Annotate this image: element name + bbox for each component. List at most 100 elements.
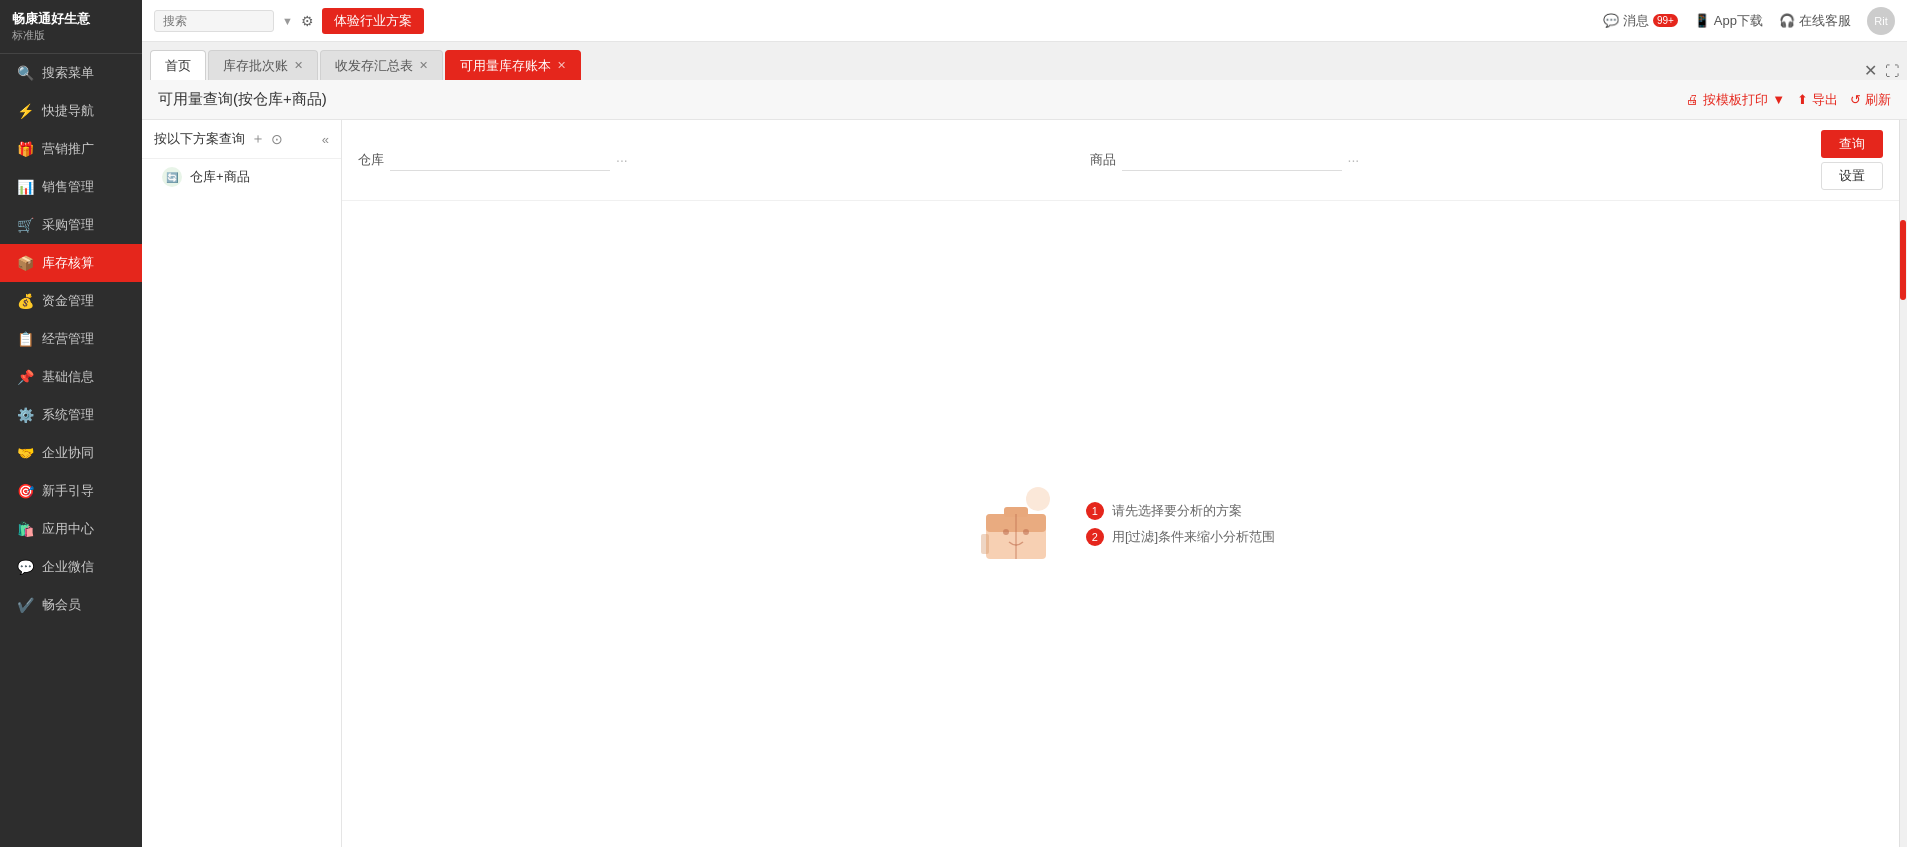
tip-text-2: 用[过滤]条件来缩小分析范围 <box>1112 528 1275 546</box>
chart-icon: 📊 <box>16 179 34 195</box>
sidebar-item-label: 资金管理 <box>42 292 94 310</box>
headset-icon: 🎧 <box>1779 13 1795 28</box>
product-more-icon[interactable]: ··· <box>1348 152 1360 168</box>
empty-tips: 1 请先选择要分析的方案 2 用[过滤]条件来缩小分析范围 <box>1086 502 1275 546</box>
manage-schema-icon[interactable]: ⊙ <box>271 131 283 147</box>
schema-item-warehouse-product[interactable]: 🔄 仓库+商品 <box>142 159 341 195</box>
sidebar: 畅康通好生意 标准版 🔍 搜索菜单 ⚡ 快捷导航 🎁 营销推广 📊 销售管理 🛒… <box>0 0 142 847</box>
sidebar-item-label: 企业微信 <box>42 558 94 576</box>
sidebar-item-app-center[interactable]: 🛍️ 应用中心 <box>0 510 142 548</box>
svg-point-6 <box>1003 529 1009 535</box>
mobile-icon: 📱 <box>1694 13 1710 28</box>
sidebar-item-label: 畅会员 <box>42 596 81 614</box>
online-service-button[interactable]: 🎧 在线客服 <box>1779 12 1851 30</box>
message-label: 消息 <box>1623 12 1649 30</box>
refresh-button[interactable]: ↺ 刷新 <box>1850 91 1891 109</box>
sidebar-item-label: 企业协同 <box>42 444 94 462</box>
empty-tip-1: 1 请先选择要分析的方案 <box>1086 502 1275 520</box>
sidebar-item-enterprise[interactable]: 🤝 企业协同 <box>0 434 142 472</box>
print-dropdown-icon[interactable]: ▼ <box>1772 92 1785 107</box>
online-service-label: 在线客服 <box>1799 12 1851 30</box>
sidebar-item-sales[interactable]: 📊 销售管理 <box>0 168 142 206</box>
handshake-icon: 🤝 <box>16 445 34 461</box>
tab-label: 首页 <box>165 57 191 75</box>
sidebar-scroll: 🔍 搜索菜单 ⚡ 快捷导航 🎁 营销推广 📊 销售管理 🛒 采购管理 📦 库存核… <box>0 54 142 847</box>
sidebar-item-member[interactable]: ✔️ 畅会员 <box>0 586 142 624</box>
right-scrollbar[interactable] <box>1899 120 1907 847</box>
gear-icon: ⚙️ <box>16 407 34 423</box>
schema-item-label: 仓库+商品 <box>190 168 250 186</box>
main-area: ▼ ⚙ 体验行业方案 💬 消息 99+ 📱 App下载 🎧 在线客服 Rit <box>142 0 1907 847</box>
product-label: 商品 <box>1090 151 1116 169</box>
avatar[interactable]: Rit <box>1867 7 1895 35</box>
export-button[interactable]: ⬆ 导出 <box>1797 91 1838 109</box>
content-header: 可用量查询(按仓库+商品) 🖨 按模板打印 ▼ ⬆ 导出 ↺ 刷新 <box>142 80 1907 120</box>
topbar-right: 💬 消息 99+ 📱 App下载 🎧 在线客服 Rit <box>1603 7 1895 35</box>
settings-icon[interactable]: ⚙ <box>301 13 314 29</box>
version-label: 标准版 <box>12 28 130 43</box>
sidebar-item-inventory[interactable]: 📦 库存核算 <box>0 244 142 282</box>
sidebar-item-operation[interactable]: 📋 经营管理 <box>0 320 142 358</box>
tab-batch-account[interactable]: 库存批次账 ✕ <box>208 50 318 80</box>
sidebar-item-system[interactable]: ⚙️ 系统管理 <box>0 396 142 434</box>
print-icon: 🖨 <box>1686 92 1699 107</box>
tab-close-icon[interactable]: ✕ <box>294 59 303 72</box>
right-panel: 仓库 ··· 商品 ··· 查询 设置 <box>342 120 1899 847</box>
avatar-text: Rit <box>1874 15 1887 27</box>
print-label: 按模板打印 <box>1703 91 1768 109</box>
expand-icon[interactable]: ⛶ <box>1885 63 1899 79</box>
close-all-tabs-icon[interactable]: ✕ <box>1864 61 1877 80</box>
left-panel-title: 按以下方案查询 <box>154 130 245 148</box>
tabs-bar: 首页 库存批次账 ✕ 收发存汇总表 ✕ 可用量库存账本 ✕ ✕ ⛶ <box>142 42 1907 80</box>
left-panel: 按以下方案查询 ＋ ⊙ « 🔄 仓库+商品 <box>142 120 342 847</box>
tab-home[interactable]: 首页 <box>150 50 206 80</box>
topbar-search-input[interactable] <box>154 10 274 32</box>
filter-settings-button[interactable]: 设置 <box>1821 162 1883 190</box>
add-schema-icon[interactable]: ＋ <box>251 130 265 148</box>
print-button[interactable]: 🖨 按模板打印 ▼ <box>1686 91 1785 109</box>
tab-close-icon[interactable]: ✕ <box>419 59 428 72</box>
sidebar-item-quick-nav[interactable]: ⚡ 快捷导航 <box>0 92 142 130</box>
message-button[interactable]: 💬 消息 99+ <box>1603 12 1678 30</box>
query-button[interactable]: 查询 <box>1821 130 1883 158</box>
empty-state: 1 请先选择要分析的方案 2 用[过滤]条件来缩小分析范围 <box>342 201 1899 847</box>
svg-rect-5 <box>981 534 989 554</box>
tip-text-1: 请先选择要分析的方案 <box>1112 502 1242 520</box>
refresh-icon: ↺ <box>1850 92 1861 107</box>
tab-summary-table[interactable]: 收发存汇总表 ✕ <box>320 50 443 80</box>
solution-button[interactable]: 体验行业方案 <box>322 8 424 34</box>
sidebar-item-fund[interactable]: 💰 资金管理 <box>0 282 142 320</box>
product-input[interactable] <box>1122 149 1342 171</box>
tab-close-icon[interactable]: ✕ <box>557 59 566 72</box>
export-label: 导出 <box>1812 91 1838 109</box>
sidebar-item-purchase[interactable]: 🛒 采购管理 <box>0 206 142 244</box>
sidebar-logo: 畅康通好生意 标准版 <box>0 0 142 54</box>
sidebar-item-label: 采购管理 <box>42 216 94 234</box>
box-icon: 📦 <box>16 255 34 271</box>
sidebar-item-search[interactable]: 🔍 搜索菜单 <box>0 54 142 92</box>
dropdown-chevron-icon[interactable]: ▼ <box>282 15 293 27</box>
money-icon: 💰 <box>16 293 34 309</box>
collapse-panel-icon[interactable]: « <box>322 132 329 147</box>
tab-available-qty[interactable]: 可用量库存账本 ✕ <box>445 50 581 80</box>
sidebar-item-basic-info[interactable]: 📌 基础信息 <box>0 358 142 396</box>
tab-label: 可用量库存账本 <box>460 57 551 75</box>
sidebar-item-label: 新手引导 <box>42 482 94 500</box>
scrollbar-thumb <box>1900 220 1906 300</box>
sidebar-item-label: 应用中心 <box>42 520 94 538</box>
content-header-actions: 🖨 按模板打印 ▼ ⬆ 导出 ↺ 刷新 <box>1686 91 1891 109</box>
cart-icon: 🛒 <box>16 217 34 233</box>
warehouse-input[interactable] <box>390 149 610 171</box>
gift-icon: 🎁 <box>16 141 34 157</box>
app-download-button[interactable]: 📱 App下载 <box>1694 12 1763 30</box>
app-download-label: App下载 <box>1714 12 1763 30</box>
warehouse-more-icon[interactable]: ··· <box>616 152 628 168</box>
lightning-icon: ⚡ <box>16 103 34 119</box>
tabs-bar-right: ✕ ⛶ <box>1856 61 1907 80</box>
sidebar-item-wechat[interactable]: 💬 企业微信 <box>0 548 142 586</box>
filter-actions: 查询 设置 <box>1821 130 1883 190</box>
refresh-label: 刷新 <box>1865 91 1891 109</box>
search-icon: 🔍 <box>16 65 34 81</box>
sidebar-item-marketing[interactable]: 🎁 营销推广 <box>0 130 142 168</box>
sidebar-item-guide[interactable]: 🎯 新手引导 <box>0 472 142 510</box>
